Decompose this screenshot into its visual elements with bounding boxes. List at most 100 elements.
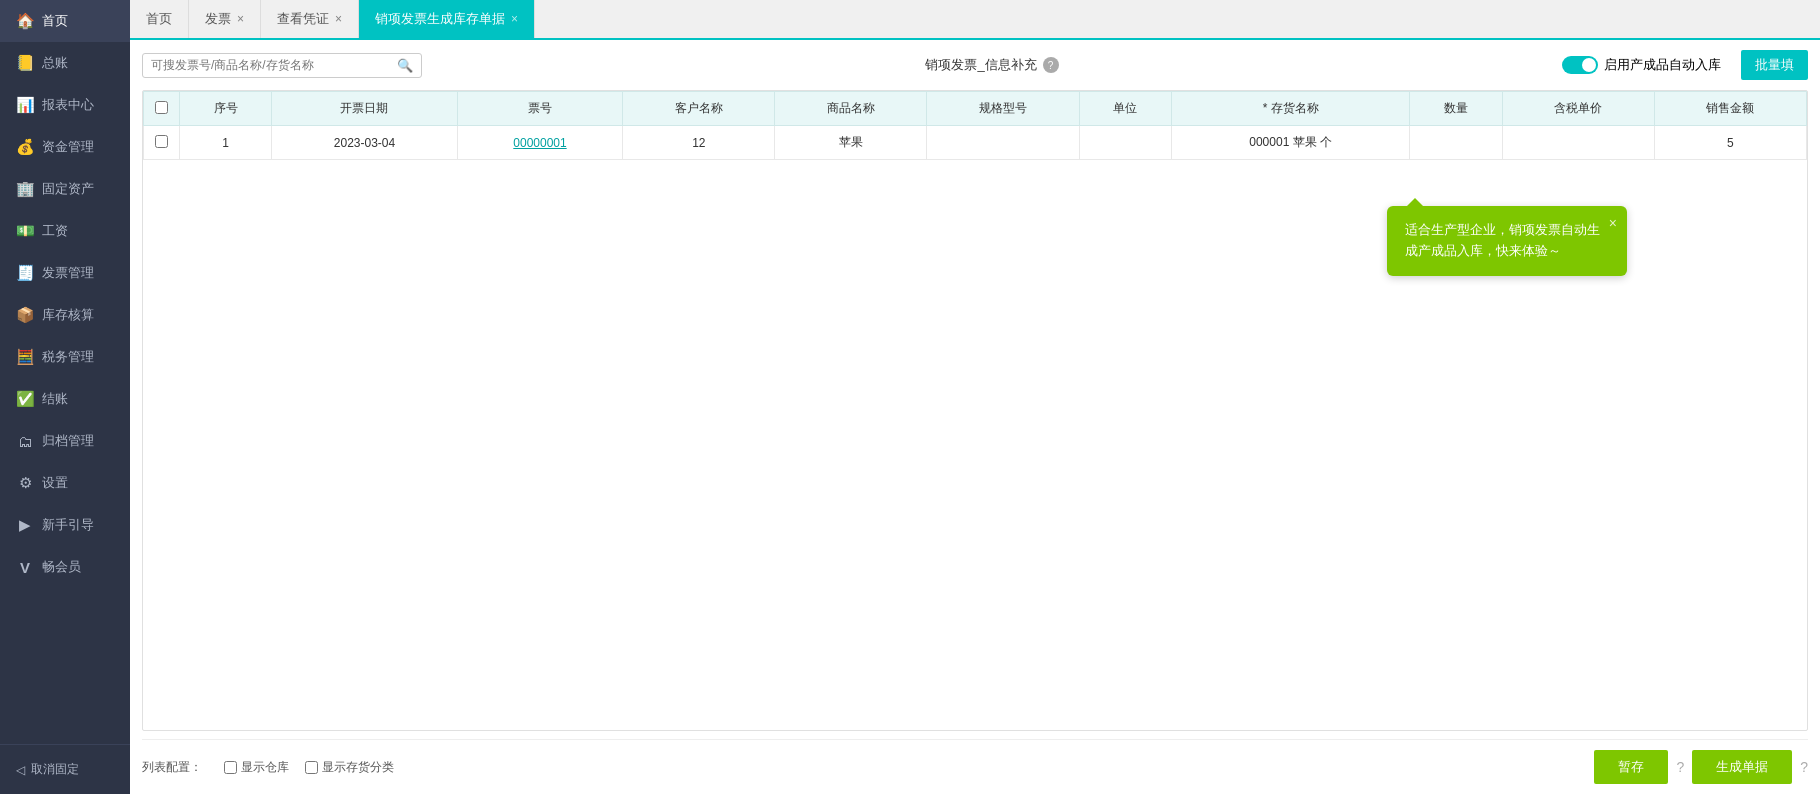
tab-home[interactable]: 首页: [130, 0, 189, 38]
settlement-icon: ✅: [16, 390, 34, 408]
sidebar-item-settlement[interactable]: ✅ 结账: [0, 378, 130, 420]
sidebar-item-inventory[interactable]: 📦 库存核算: [0, 294, 130, 336]
col-header-quantity: 数量: [1410, 92, 1502, 126]
sidebar-item-wages[interactable]: 💵 工资: [0, 210, 130, 252]
col-header-checkbox: [144, 92, 180, 126]
tab-view-voucher[interactable]: 查看凭证 ×: [261, 0, 359, 38]
list-config-label: 列表配置：: [142, 759, 202, 776]
row-open-date: 2023-03-04: [272, 126, 457, 160]
col-header-sales-amount: 销售金额: [1654, 92, 1806, 126]
table-wrap: 序号 开票日期 票号 客户名称 商品名称 规格型号 单位 * 存货名称 数量 含…: [142, 90, 1808, 731]
show-warehouse-label[interactable]: 显示仓库: [224, 759, 289, 776]
toggle-area: 启用产成品自动入库: [1562, 56, 1721, 74]
sidebar-item-tax[interactable]: 🧮 税务管理: [0, 336, 130, 378]
sidebar-label-settings: 设置: [42, 474, 68, 492]
reports-icon: 📊: [16, 96, 34, 114]
unpin-button[interactable]: ◁ 取消固定: [0, 753, 130, 786]
tab-invoice[interactable]: 发票 ×: [189, 0, 261, 38]
batch-fill-button[interactable]: 批量填: [1741, 50, 1808, 80]
sidebar-label-wages: 工资: [42, 222, 68, 240]
save-help-icon[interactable]: ?: [1676, 759, 1684, 775]
search-input[interactable]: [151, 58, 391, 72]
generate-button[interactable]: 生成单据: [1692, 750, 1792, 784]
row-product-name: 苹果: [775, 126, 927, 160]
sidebar: 🏠 首页 📒 总账 📊 报表中心 💰 资金管理 🏢 固定资产 💵 工资 🧾 发票…: [0, 0, 130, 794]
sidebar-item-guide[interactable]: ▶ 新手引导: [0, 504, 130, 546]
row-checkbox[interactable]: [155, 135, 168, 148]
col-header-open-date: 开票日期: [272, 92, 457, 126]
col-header-seq: 序号: [180, 92, 272, 126]
bottom-bar: 列表配置： 显示仓库 显示存货分类 暂存 ? 生成单据 ?: [142, 739, 1808, 784]
search-input-wrap[interactable]: 🔍: [142, 53, 422, 78]
sidebar-item-vip[interactable]: V 畅会员: [0, 546, 130, 588]
tab-sales-inventory-close[interactable]: ×: [511, 12, 518, 26]
sidebar-item-invoices[interactable]: 🧾 发票管理: [0, 252, 130, 294]
sidebar-item-reports[interactable]: 📊 报表中心: [0, 84, 130, 126]
sidebar-label-inventory: 库存核算: [42, 306, 94, 324]
tooltip-close-button[interactable]: ×: [1609, 212, 1617, 234]
page-body: 🔍 销项发票_信息补充 ? 启用产成品自动入库 批量填 序: [130, 40, 1820, 794]
sidebar-item-funds[interactable]: 💰 资金管理: [0, 126, 130, 168]
tab-bar: 首页 发票 × 查看凭证 × 销项发票生成库存单据 ×: [130, 0, 1820, 40]
show-category-text: 显示存货分类: [322, 759, 394, 776]
col-header-product-name: 商品名称: [775, 92, 927, 126]
show-category-checkbox[interactable]: [305, 761, 318, 774]
action-btn-group: 暂存 ? 生成单据 ?: [1594, 750, 1808, 784]
tooltip-text: 适合生产型企业，销项发票自动生成产成品入库，快来体验～: [1405, 222, 1600, 258]
sidebar-label-vip: 畅会员: [42, 558, 81, 576]
settings-icon: ⚙: [16, 474, 34, 492]
tab-invoice-close[interactable]: ×: [237, 12, 244, 26]
sidebar-item-assets[interactable]: 🏢 固定资产: [0, 168, 130, 210]
col-header-price-tax: 含税单价: [1502, 92, 1654, 126]
sidebar-item-ledger[interactable]: 📒 总账: [0, 42, 130, 84]
main-content: 首页 发票 × 查看凭证 × 销项发票生成库存单据 × 🔍 销项发票_信息补充 …: [130, 0, 1820, 794]
row-seq: 1: [180, 126, 272, 160]
info-help-icon[interactable]: ?: [1043, 57, 1059, 73]
ledger-icon: 📒: [16, 54, 34, 72]
row-sales-amount: 5: [1654, 126, 1806, 160]
row-spec: [927, 126, 1079, 160]
ticket-no-link[interactable]: 00000001: [513, 136, 566, 150]
row-quantity: [1410, 126, 1502, 160]
search-icon[interactable]: 🔍: [397, 58, 413, 73]
select-all-checkbox[interactable]: [155, 101, 168, 114]
info-label: 销项发票_信息补充: [925, 56, 1036, 74]
show-warehouse-checkbox[interactable]: [224, 761, 237, 774]
col-header-ticket-no: 票号: [457, 92, 623, 126]
sidebar-label-home: 首页: [42, 12, 68, 30]
auto-warehouse-toggle[interactable]: [1562, 56, 1598, 74]
search-bar: 🔍 销项发票_信息补充 ? 启用产成品自动入库 批量填: [142, 50, 1808, 80]
info-area: 销项发票_信息补充 ?: [432, 56, 1552, 74]
sidebar-item-home[interactable]: 🏠 首页: [0, 0, 130, 42]
tab-sales-inventory[interactable]: 销项发票生成库存单据 ×: [359, 0, 535, 38]
archive-icon: 🗂: [16, 432, 34, 450]
tab-view-voucher-label: 查看凭证: [277, 10, 329, 28]
save-button[interactable]: 暂存: [1594, 750, 1668, 784]
assets-icon: 🏢: [16, 180, 34, 198]
table-row: 1 2023-03-04 00000001 12 苹果 000001 苹果 个 …: [144, 126, 1807, 160]
show-category-label[interactable]: 显示存货分类: [305, 759, 394, 776]
generate-help-icon[interactable]: ?: [1800, 759, 1808, 775]
invoices-icon: 🧾: [16, 264, 34, 282]
wages-icon: 💵: [16, 222, 34, 240]
tab-sales-inventory-label: 销项发票生成库存单据: [375, 10, 505, 28]
row-inventory-name: 000001 苹果 个: [1171, 126, 1410, 160]
tab-invoice-label: 发票: [205, 10, 231, 28]
row-ticket-no: 00000001: [457, 126, 623, 160]
col-header-spec: 规格型号: [927, 92, 1079, 126]
sidebar-item-settings[interactable]: ⚙ 设置: [0, 462, 130, 504]
col-header-unit: 单位: [1079, 92, 1171, 126]
data-table: 序号 开票日期 票号 客户名称 商品名称 规格型号 单位 * 存货名称 数量 含…: [143, 91, 1807, 160]
sidebar-label-archive: 归档管理: [42, 432, 94, 450]
vip-icon: V: [16, 558, 34, 576]
sidebar-label-assets: 固定资产: [42, 180, 94, 198]
inventory-icon: 📦: [16, 306, 34, 324]
sidebar-label-ledger: 总账: [42, 54, 68, 72]
row-checkbox-cell: [144, 126, 180, 160]
sidebar-label-invoices: 发票管理: [42, 264, 94, 282]
funds-icon: 💰: [16, 138, 34, 156]
tab-view-voucher-close[interactable]: ×: [335, 12, 342, 26]
sidebar-label-tax: 税务管理: [42, 348, 94, 366]
sidebar-item-archive[interactable]: 🗂 归档管理: [0, 420, 130, 462]
toggle-label: 启用产成品自动入库: [1604, 56, 1721, 74]
